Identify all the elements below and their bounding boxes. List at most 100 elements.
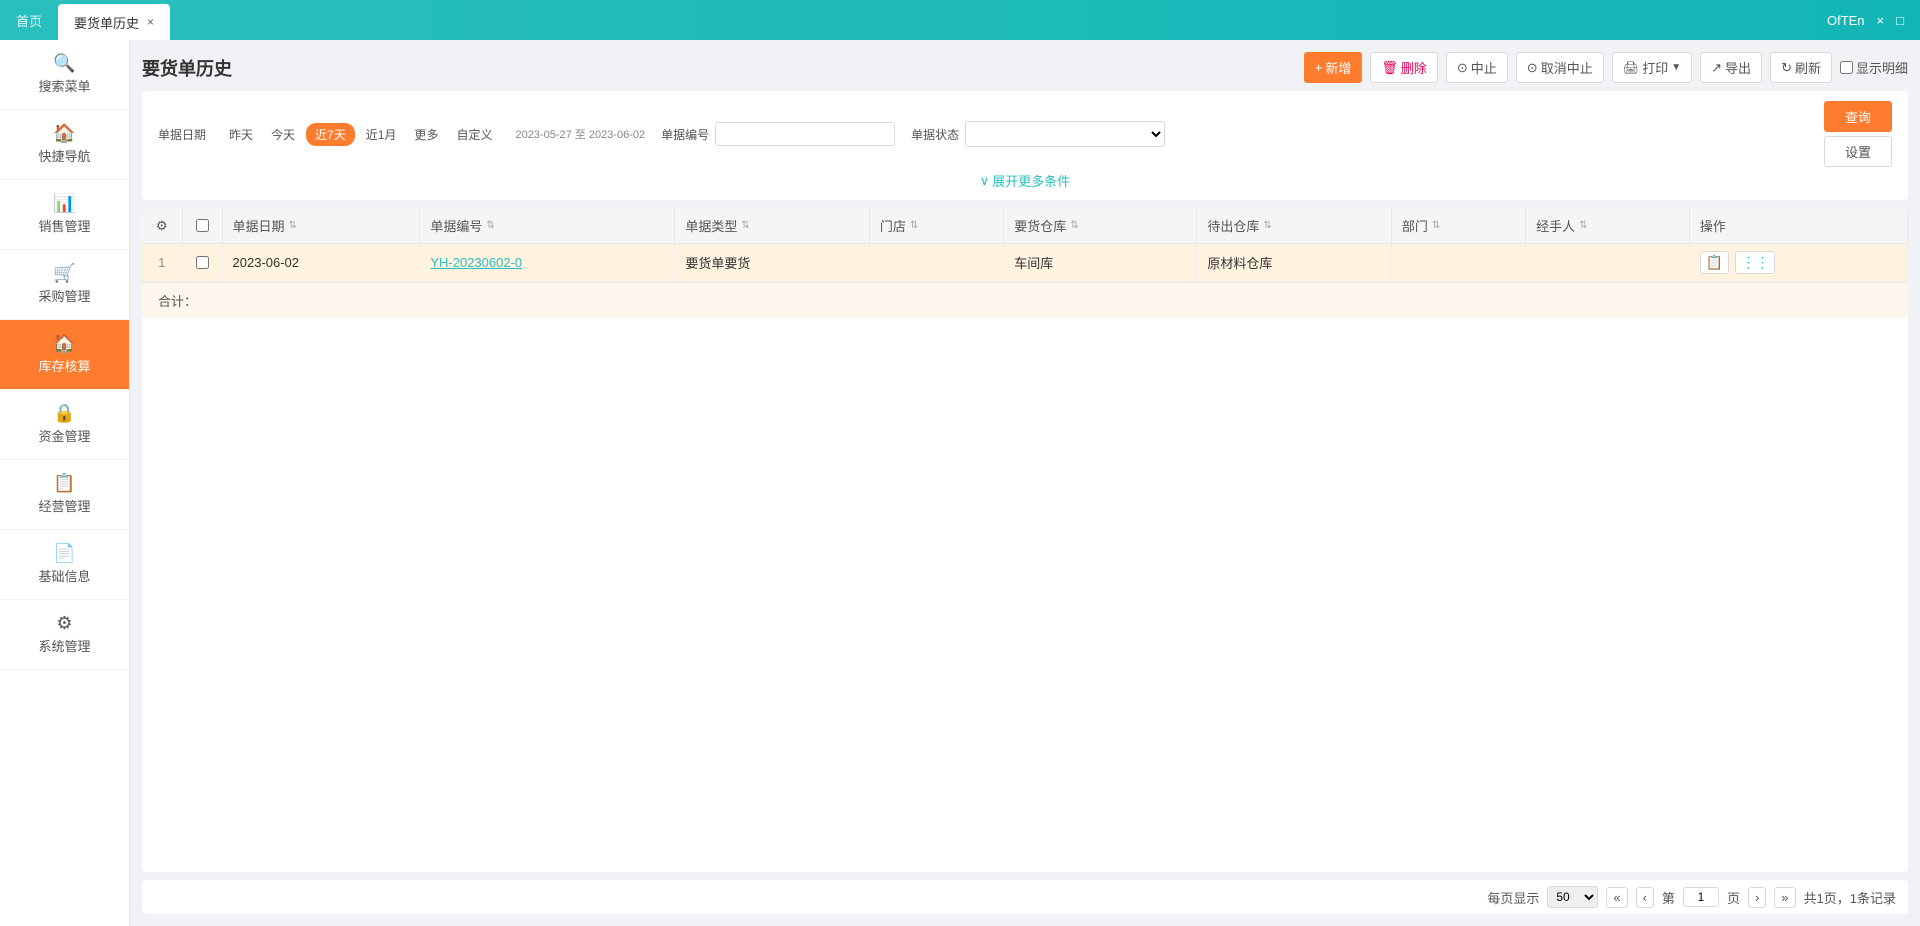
doc-status-select[interactable] (965, 121, 1165, 147)
row-pending-warehouse: 原材料仓库 (1197, 244, 1392, 282)
display-detail-toggle[interactable]: 显示明细 (1840, 58, 1908, 77)
date-btn-custom[interactable]: 自定义 (449, 123, 499, 146)
col-handler-label: 经手人 (1536, 216, 1575, 235)
page-label-end: 页 (1727, 888, 1740, 907)
tab-history[interactable]: 要货单历史 × (58, 4, 170, 40)
col-settings[interactable]: ⚙ (142, 208, 182, 244)
sidebar-item-purchase-label: 采购管理 (38, 286, 90, 305)
doc-icon: 📄 (53, 544, 75, 562)
summary-label: 合计： (158, 294, 197, 309)
inventory-icon: 🏠 (53, 334, 75, 352)
refresh-button[interactable]: ↻ 刷新 (1770, 52, 1832, 83)
date-btn-more[interactable]: 更多 (407, 123, 445, 146)
filter-area: 单据日期 昨天 今天 近7天 近1月 更多 自定义 2023-05-27 至 2… (142, 91, 1908, 200)
row-doc-type: 要货单要货 (675, 244, 870, 282)
table-container: ⚙ 单据日期 ⇅ (142, 208, 1908, 872)
sort-icon-doc-date: ⇅ (289, 220, 297, 231)
sidebar-item-sales[interactable]: 📊 销售管理 (0, 180, 129, 250)
sort-icon-dept: ⇅ (1432, 220, 1440, 231)
date-btn-yesterday[interactable]: 昨天 (222, 123, 260, 146)
tab-home-label: 首页 (16, 11, 42, 30)
export-button[interactable]: ↗ 导出 (1700, 52, 1762, 83)
display-detail-label: 显示明细 (1856, 58, 1908, 77)
prev-page-btn[interactable]: ‹ (1636, 887, 1654, 908)
sidebar-item-finance[interactable]: 🔒 资金管理 (0, 390, 129, 460)
new-label: 新增 (1325, 58, 1351, 77)
sidebar-item-system-label: 系统管理 (38, 636, 90, 655)
expand-more-label: 展开更多条件 (992, 171, 1070, 190)
row-checkbox[interactable] (196, 256, 209, 269)
top-bar-right: OfTEn × □ (1827, 13, 1920, 28)
col-checkbox (182, 208, 222, 244)
stop-button[interactable]: ⊙ 中止 (1446, 52, 1508, 83)
row-actions-cell: 📋 ⋮⋮ (1689, 244, 1907, 282)
new-button[interactable]: + 新增 (1304, 52, 1363, 83)
col-pending-warehouse[interactable]: 待出仓库 ⇅ (1197, 208, 1392, 244)
pagination-bar: 每页显示 50 10 20 100 « ‹ 第 页 › » 共1页，1条记录 (142, 880, 1908, 914)
col-store[interactable]: 门店 ⇅ (869, 208, 1003, 244)
export-label: 导出 (1725, 58, 1751, 77)
doc-no-input[interactable] (715, 122, 895, 146)
row-index: 1 (142, 244, 182, 282)
setting-button[interactable]: 设置 (1824, 136, 1892, 167)
col-req-warehouse[interactable]: 要货仓库 ⇅ (1004, 208, 1197, 244)
row-doc-no: YH-20230602-0 (420, 244, 675, 282)
display-detail-checkbox[interactable] (1840, 61, 1853, 74)
col-doc-type[interactable]: 单据类型 ⇅ (675, 208, 870, 244)
sidebar-item-purchase[interactable]: 🛒 采购管理 (0, 250, 129, 320)
date-btn-7days[interactable]: 近7天 (306, 123, 355, 146)
doc-no-link[interactable]: YH-20230602-0 (430, 255, 522, 270)
delete-icon: 🗑 (1381, 60, 1398, 76)
row-view-btn[interactable]: 📋 (1700, 251, 1729, 274)
window-maximize-icon[interactable]: □ (1896, 13, 1904, 28)
sidebar-item-operation[interactable]: 📋 经营管理 (0, 460, 129, 530)
row-handler (1526, 244, 1690, 282)
query-button[interactable]: 查询 (1824, 101, 1892, 132)
col-dept[interactable]: 部门 ⇅ (1391, 208, 1525, 244)
sort-icon-pending-warehouse: ⇅ (1263, 220, 1271, 231)
close-tab-icon[interactable]: × (147, 15, 154, 29)
toolbar: + 新增 🗑 删除 ⊙ 中止 ⊙ 取消中止 🖨 打印 (1304, 52, 1908, 83)
gear-icon: ⚙ (56, 614, 72, 632)
date-btn-1month[interactable]: 近1月 (359, 123, 404, 146)
first-page-btn[interactable]: « (1606, 887, 1627, 908)
last-page-btn[interactable]: » (1774, 887, 1795, 908)
delete-label: 删除 (1401, 58, 1427, 77)
lock-icon: 🔒 (53, 404, 75, 422)
date-range-display: 2023-05-27 至 2023-06-02 (515, 126, 645, 142)
per-page-select[interactable]: 50 10 20 100 (1547, 886, 1598, 908)
sidebar-item-system[interactable]: ⚙ 系统管理 (0, 600, 129, 670)
col-doc-date[interactable]: 单据日期 ⇅ (222, 208, 420, 244)
col-doc-no-label: 单据编号 (430, 216, 482, 235)
main-layout: 🔍 搜索菜单 🏠 快捷导航 📊 销售管理 🛒 采购管理 🏠 库存核算 🔒 资金管… (0, 40, 1920, 926)
window-close-icon[interactable]: × (1877, 13, 1885, 28)
filter-actions: 查询 设置 (1824, 101, 1892, 167)
sidebar-item-quick-nav[interactable]: 🏠 快捷导航 (0, 110, 129, 180)
print-icon: 🖨 (1623, 60, 1640, 76)
sidebar-item-basic-label: 基础信息 (38, 566, 90, 585)
clipboard-icon: 📋 (53, 474, 75, 492)
tab-home[interactable]: 首页 (0, 0, 58, 40)
table-header: ⚙ 单据日期 ⇅ (142, 208, 1908, 244)
row-dept (1391, 244, 1525, 282)
date-btn-today[interactable]: 今天 (264, 123, 302, 146)
col-handler[interactable]: 经手人 ⇅ (1526, 208, 1690, 244)
cancel-stop-button[interactable]: ⊙ 取消中止 (1516, 52, 1604, 83)
refresh-label: 刷新 (1795, 58, 1821, 77)
doc-status-filter: 单据状态 (911, 121, 1808, 147)
col-doc-type-label: 单据类型 (685, 216, 737, 235)
delete-button[interactable]: 🗑 删除 (1370, 52, 1438, 83)
col-doc-no[interactable]: 单据编号 ⇅ (420, 208, 675, 244)
col-action: 操作 (1689, 208, 1907, 244)
expand-more-btn[interactable]: ∨ 展开更多条件 (158, 171, 1892, 190)
col-req-warehouse-label: 要货仓库 (1014, 216, 1066, 235)
sidebar-item-search[interactable]: 🔍 搜索菜单 (0, 40, 129, 110)
page-input[interactable] (1683, 887, 1719, 907)
col-dept-label: 部门 (1402, 216, 1428, 235)
print-button[interactable]: 🖨 打印 ▼ (1612, 52, 1692, 83)
next-page-btn[interactable]: › (1748, 887, 1766, 908)
sidebar-item-basic[interactable]: 📄 基础信息 (0, 530, 129, 600)
row-more-btn[interactable]: ⋮⋮ (1735, 251, 1775, 274)
select-all-checkbox[interactable] (196, 219, 209, 232)
sidebar-item-inventory[interactable]: 🏠 库存核算 (0, 320, 129, 390)
